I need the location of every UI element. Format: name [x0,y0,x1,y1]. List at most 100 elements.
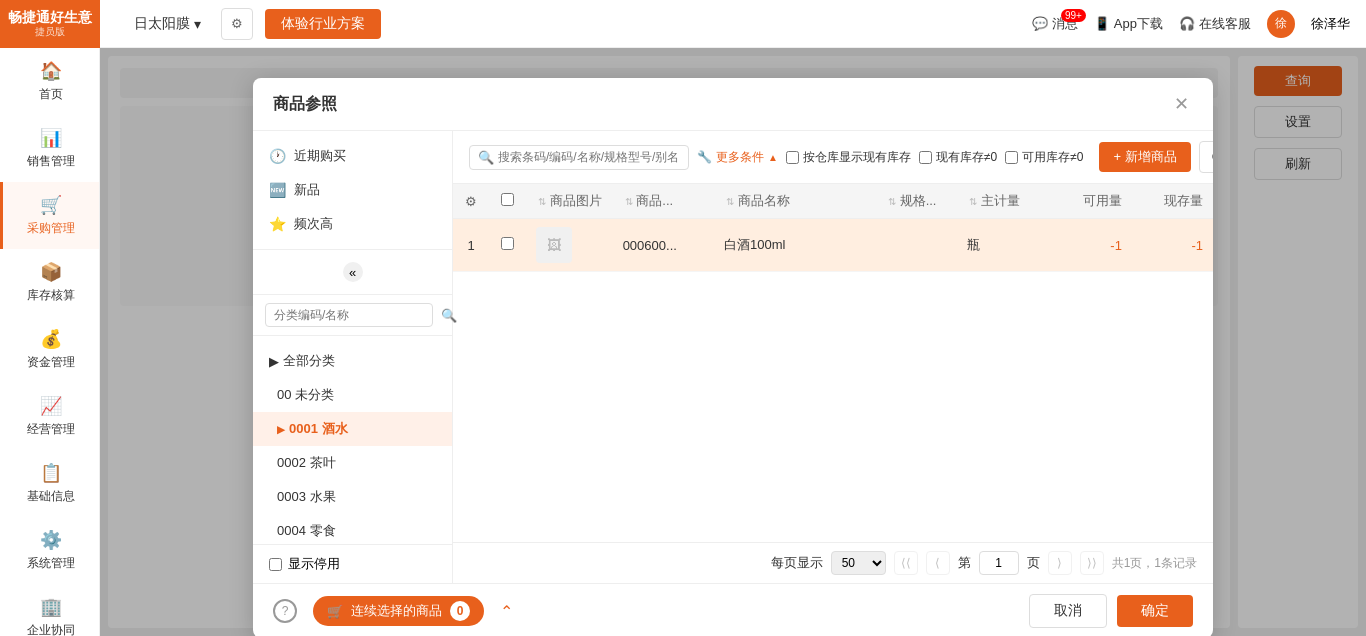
stock-nonzero-checkbox[interactable] [919,151,932,164]
table-row[interactable]: 1 🖼 [453,219,1213,272]
footer-right: 取消 确定 [1029,594,1193,628]
col-check [489,184,525,219]
cat-0004[interactable]: 0004 零食 [253,514,452,544]
sidebar-item-home[interactable]: 🏠 首页 [0,48,99,115]
col-spec-label: 规格... [900,193,937,208]
sidebar-item-corp[interactable]: 🏢 企业协同 [0,584,99,636]
page-label: 第 [958,554,971,572]
warehouse-filter-checkbox[interactable] [786,151,799,164]
avail-nonzero-checkbox[interactable] [1005,151,1018,164]
cat-active-arrow-icon: ▶ [277,424,285,435]
cat-0003[interactable]: 0003 水果 [253,480,452,514]
message-icon: 💬 [1032,16,1048,31]
row-no: 1 [453,219,489,272]
store-selector[interactable]: 日太阳膜 ▾ [126,11,209,37]
tab-recent-purchase[interactable]: 🕐 近期购买 [253,139,452,173]
collapse-footer-button[interactable]: ⌃ [500,602,513,621]
avail-nonzero-filter-label: 可用库存≠0 [1005,149,1083,166]
finance-icon: 💰 [40,328,62,350]
prev-page-button[interactable]: ⟨ [926,551,950,575]
col-code-header: ⇅ 商品... [613,184,714,219]
row-img-cell: 🖼 [526,219,613,272]
footer-left: ? 🛒 连续选择的商品 0 ⌃ [273,596,513,626]
user-avatar[interactable]: 徐 [1267,10,1295,38]
modal-close-button[interactable]: ✕ [1169,92,1193,116]
sidebar-item-sales[interactable]: 📊 销售管理 [0,115,99,182]
collapse-button[interactable]: « [343,262,363,282]
add-product-button[interactable]: + 新增商品 [1099,142,1190,172]
sidebar-item-inventory[interactable]: 📦 库存核算 [0,249,99,316]
stock-nonzero-text: 现有库存≠0 [936,149,997,166]
modal-footer: ? 🛒 连续选择的商品 0 ⌃ 取消 确定 [253,583,1213,636]
first-page-button[interactable]: ⟨⟨ [894,551,918,575]
sidebar-item-system[interactable]: ⚙️ 系统管理 [0,517,99,584]
cart-count: 0 [450,601,470,621]
trial-button[interactable]: 体验行业方案 [265,9,381,39]
app-logo: 畅捷通好生意 捷员版 [0,0,100,48]
col-unit-header: ⇅ 主计量 [957,184,1031,219]
page-number-input[interactable] [979,551,1019,575]
sidebar-item-purchase-label: 采购管理 [27,220,75,237]
sidebar-item-base[interactable]: 📋 基础信息 [0,450,99,517]
cat-00[interactable]: 00 未分类 [253,378,452,412]
select-all-checkbox[interactable] [501,193,514,206]
cat-0002[interactable]: 0002 茶叶 [253,446,452,480]
settings-button[interactable]: ⚙ [221,8,253,40]
sidebar-item-purchase[interactable]: 🛒 采购管理 [0,182,99,249]
display-stopped-checkbox[interactable] [269,558,282,571]
table-head: ⚙ ⇅ 商品图片 [453,184,1213,219]
cat-0001[interactable]: ▶ 0001 酒水 [253,412,452,446]
purchase-icon: 🛒 [40,194,62,216]
cart-icon: 🛒 [327,604,343,619]
col-spec-sort-icon: ⇅ [888,196,896,207]
page-unit-label: 页 [1027,554,1040,572]
col-gear: ⚙ [453,184,489,219]
sidebar-item-finance[interactable]: 💰 资金管理 [0,316,99,383]
refresh-button[interactable]: C 刷新 [1199,141,1213,173]
app-name: 畅捷通好生意 [8,9,92,26]
last-page-button[interactable]: ⟩⟩ [1080,551,1104,575]
col-stock-label: 现存量 [1164,193,1203,208]
online-service-label: 在线客服 [1199,15,1251,33]
chevron-down-icon: ▾ [194,16,201,32]
cat-arrow-icon: ▶ [269,354,279,369]
confirm-button[interactable]: 确定 [1117,595,1193,627]
page-size-select[interactable]: 20 50 100 [831,551,886,575]
row-spec [876,219,957,272]
cat-all[interactable]: ▶ 全部分类 [253,344,452,378]
topbar-right: 💬 消息 99+ 📱 App下载 🎧 在线客服 徐 徐泽华 [1032,10,1350,38]
tab-new-product[interactable]: 🆕 新品 [253,173,452,207]
tab-frequent[interactable]: ⭐ 频次高 [253,207,452,241]
left-panel: 🕐 近期购买 🆕 新品 ⭐ 频次高 [253,131,453,583]
help-button[interactable]: ? [273,599,297,623]
more-filter-label: 更多条件 [716,149,764,166]
page-size-label: 每页显示 [771,554,823,572]
online-service-button[interactable]: 🎧 在线客服 [1179,15,1251,33]
row-unit: 瓶 [957,219,1031,272]
col-code-sort-icon: ⇅ [625,196,633,207]
more-filter-button[interactable]: 🔧 更多条件 ▲ [697,149,778,166]
modal-body: 🕐 近期购买 🆕 新品 ⭐ 频次高 [253,131,1213,583]
col-code-label: 商品... [636,193,673,208]
operation-icon: 📈 [40,395,62,417]
category-search-input[interactable] [265,303,433,327]
cart-info-button[interactable]: 🛒 连续选择的商品 0 [313,596,484,626]
product-search-wrap: 🔍 [469,145,689,170]
app-edition: 捷员版 [35,25,65,39]
message-button[interactable]: 💬 消息 99+ [1032,15,1078,33]
cancel-button[interactable]: 取消 [1029,594,1107,628]
clock-icon: 🕐 [269,148,286,164]
product-table-wrap: ⚙ ⇅ 商品图片 [453,184,1213,542]
topbar: 畅捷通好生意 捷员版 日太阳膜 ▾ ⚙ 体验行业方案 💬 消息 99+ 📱 Ap… [0,0,1366,48]
product-search-input[interactable] [498,150,680,164]
col-img-sort-icon: ⇅ [538,196,546,207]
sidebar-item-operation[interactable]: 📈 经营管理 [0,383,99,450]
col-stock-header: 现存量 [1132,184,1213,219]
next-page-button[interactable]: ⟩ [1048,551,1072,575]
gear-icon[interactable]: ⚙ [465,194,477,209]
row-checkbox[interactable] [501,237,514,250]
pagination: 每页显示 20 50 100 ⟨⟨ ⟨ 第 页 ⟩ [453,542,1213,583]
app-download-button[interactable]: 📱 App下载 [1094,15,1163,33]
new-icon: 🆕 [269,182,286,198]
col-img-header: ⇅ 商品图片 [526,184,613,219]
